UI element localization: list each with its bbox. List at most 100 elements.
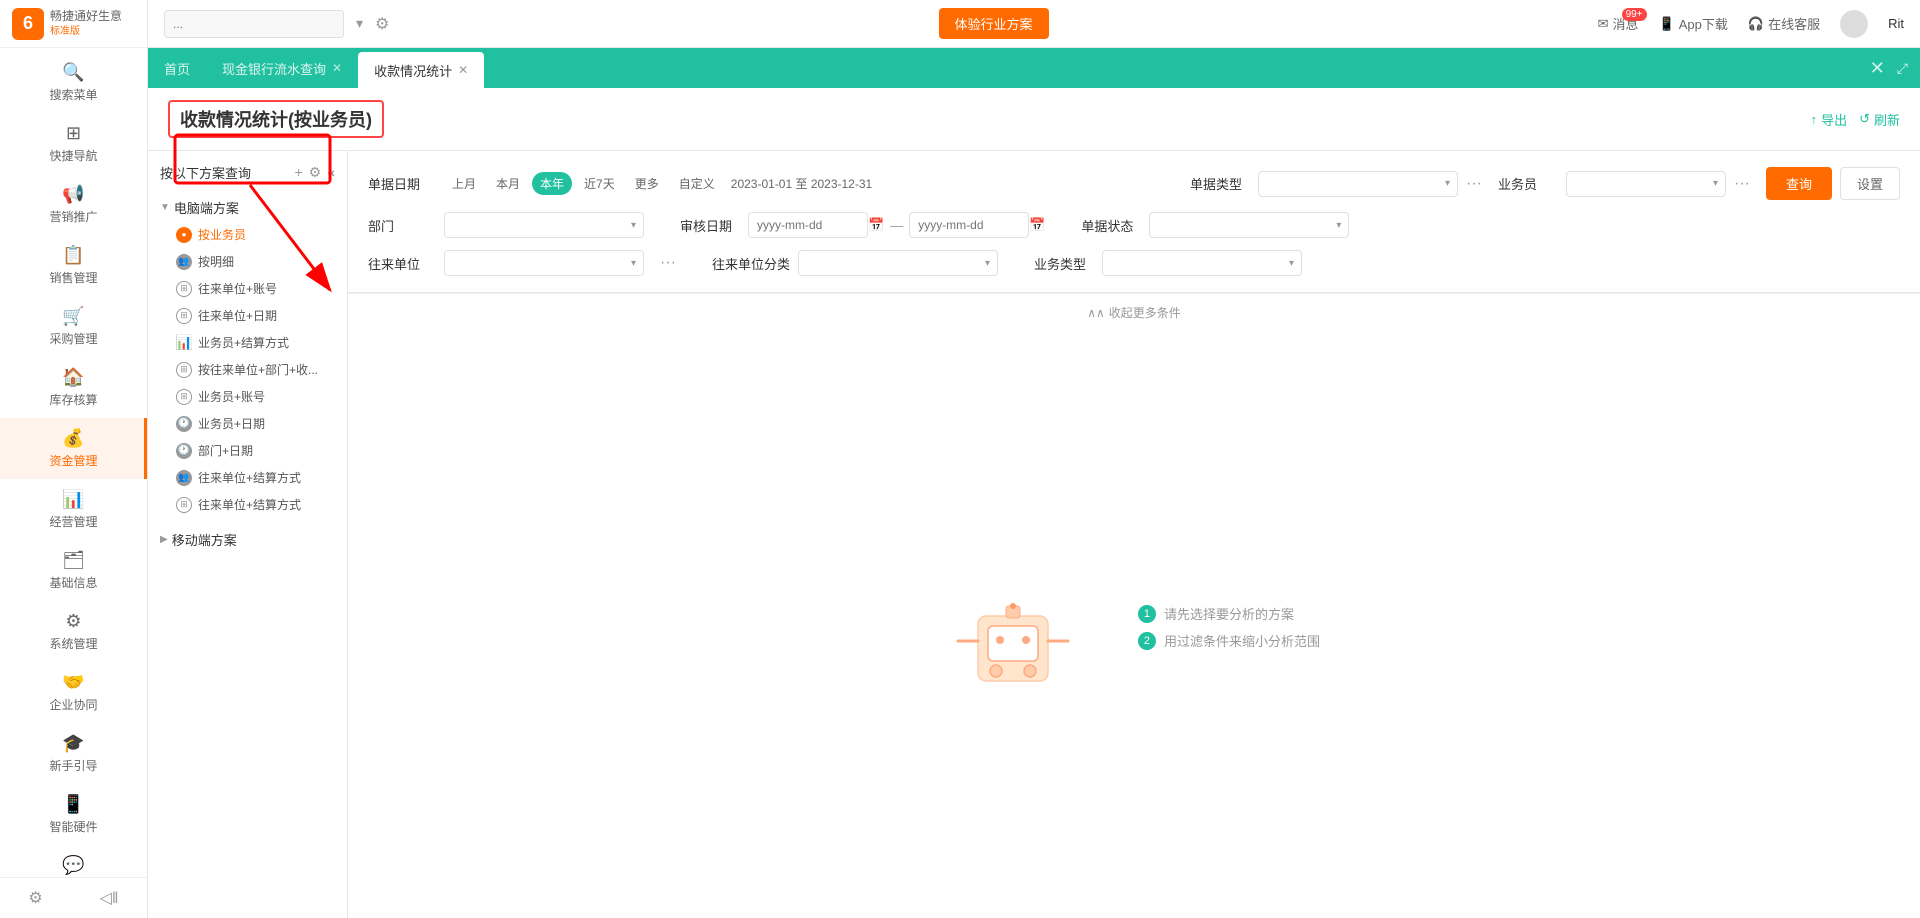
breadcrumb-input[interactable] — [164, 10, 344, 38]
collapse-bar[interactable]: ∧∧ 收起更多条件 — [348, 293, 1920, 331]
dept-select[interactable] — [444, 212, 644, 238]
filter-row-2: 部门 审核日期 📅 — — [368, 212, 1900, 238]
export-button[interactable]: ↑ 导出 — [1811, 110, 1848, 129]
business-type-label: 业务类型 — [1034, 254, 1094, 273]
date-btn-last-month[interactable]: 上月 — [444, 172, 484, 195]
scheme-item-salesman-date[interactable]: 🕐 业务员+日期 — [168, 410, 335, 437]
date-btn-more[interactable]: 更多 — [627, 172, 667, 195]
sidebar-item-sales[interactable]: 📋 销售管理 — [0, 235, 147, 296]
counterpart-category-group: 往来单位分类 — [712, 250, 998, 276]
empty-steps-list: 1 请先选择要分析的方案 2 用过滤条件来缩小分析范围 — [1138, 604, 1320, 650]
collapse-panel-btn[interactable]: « — [327, 164, 335, 181]
collapse-icon: ∧∧ — [1087, 306, 1105, 320]
scheme-item-partner-settlement1[interactable]: 👥 往来单位+结算方式 — [168, 464, 335, 491]
right-content: 单据日期 上月 本月 本年 近7天 更多 自定义 2023-01-01 至 20… — [348, 151, 1920, 918]
date-btn-this-month[interactable]: 本月 — [488, 172, 528, 195]
top-bar: ▾ ⚙ 体验行业方案 ✉ 消息 99+ 📱 App下载 🎧 在线客服 — [148, 0, 1920, 48]
sidebar-item-quicknav[interactable]: ⊞ 快捷导航 — [0, 113, 147, 174]
business-type-select[interactable] — [1102, 250, 1302, 276]
empty-illustration — [948, 566, 1078, 696]
settings-button[interactable]: 设置 — [1840, 167, 1900, 200]
sidebar-item-hardware[interactable]: 📱 智能硬件 — [0, 784, 147, 845]
scheme-item-dept-date[interactable]: 🕐 部门+日期 — [168, 437, 335, 464]
scheme-icon-detail: 👥 — [176, 254, 192, 270]
service-icon: 🎧 — [1748, 16, 1764, 32]
scheme-item-partner-account[interactable]: ⊞ 往来单位+账号 — [168, 275, 335, 302]
scheme-item-partner-settlement2[interactable]: ⊞ 往来单位+结算方式 — [168, 491, 335, 518]
tab-close-bank-flow[interactable]: ✕ — [332, 61, 342, 75]
sidebar-item-search[interactable]: 🔍 搜索菜单 — [0, 52, 147, 113]
sidebar-item-marketing[interactable]: 📢 营销推广 — [0, 174, 147, 235]
date-btn-custom[interactable]: 自定义 — [671, 172, 723, 195]
trial-button[interactable]: 体验行业方案 — [939, 8, 1049, 39]
scheme-item-salesman-settlement[interactable]: 📊 业务员+结算方式 — [168, 329, 335, 356]
scheme-item-salesman-account[interactable]: ⊞ 业务员+账号 — [168, 383, 335, 410]
collapse-sidebar-btn[interactable]: ◁‖ — [100, 888, 119, 908]
logo-text: 畅捷通好生意 标准版 — [50, 9, 122, 38]
scheme-item-partner-date[interactable]: ⊞ 往来单位+日期 — [168, 302, 335, 329]
user-avatar[interactable] — [1840, 10, 1868, 38]
refresh-button[interactable]: ↺ 刷新 — [1859, 110, 1900, 129]
sidebar-item-basic-info[interactable]: 🗂 基础信息 — [0, 540, 147, 601]
record-status-group: 单据状态 — [1081, 212, 1349, 238]
salesman-select-wrapper — [1566, 171, 1726, 197]
online-service-link[interactable]: 🎧 在线客服 — [1748, 14, 1820, 33]
user-name[interactable]: Rit — [1888, 16, 1904, 31]
audit-date-start[interactable] — [748, 212, 868, 238]
counterpart-select[interactable] — [444, 250, 644, 276]
empty-step-2: 2 用过滤条件来缩小分析范围 — [1138, 631, 1320, 650]
page-content: 收款情况统计(按业务员) ↑ 导出 ↺ 刷新 — [148, 88, 1920, 918]
sidebar-item-purchase[interactable]: 🛒 采购管理 — [0, 296, 147, 357]
purchase-icon: 🛒 — [62, 306, 84, 327]
sidebar-item-finance[interactable]: 💰 资金管理 — [0, 418, 147, 479]
audit-date-end[interactable] — [909, 212, 1029, 238]
date-separator: — — [890, 218, 903, 233]
app-icon: 📱 — [1659, 16, 1675, 32]
tab-home[interactable]: 首页 — [148, 48, 206, 88]
page-header: 收款情况统计(按业务员) ↑ 导出 ↺ 刷新 — [148, 88, 1920, 151]
scheme-settings-btn[interactable]: ⚙ — [309, 164, 322, 181]
date-btn-7days[interactable]: 近7天 — [576, 172, 623, 195]
maximize-window-btn[interactable]: ⤢ — [1897, 60, 1908, 77]
record-type-more-btn[interactable]: ··· — [1466, 175, 1482, 193]
panel-header: 按以下方案查询 + ⚙ « — [148, 151, 347, 190]
scheme-icon-partner-settlement1: 👥 — [176, 470, 192, 486]
sales-icon: 📋 — [62, 245, 84, 266]
category-desktop-header[interactable]: ▼ 电脑端方案 — [160, 194, 335, 221]
counterpart-more-btn[interactable]: ··· — [660, 254, 676, 272]
step-num-2: 2 — [1138, 632, 1156, 650]
app-download-link[interactable]: 📱 App下载 — [1659, 14, 1728, 33]
left-panel: 按以下方案查询 + ⚙ « ▼ 电脑端方案 — [148, 151, 348, 918]
page-title-box: 收款情况统计(按业务员) — [168, 100, 384, 138]
robot-svg — [948, 566, 1078, 696]
record-type-select[interactable] — [1258, 171, 1458, 197]
query-button[interactable]: 查询 — [1766, 167, 1832, 200]
salesman-more-btn[interactable]: ··· — [1734, 175, 1750, 193]
sidebar-item-system[interactable]: ⚙ 系统管理 — [0, 601, 147, 662]
counterpart-category-select[interactable] — [798, 250, 998, 276]
sidebar-item-wechat[interactable]: 💬 企业微信 — [0, 845, 147, 877]
topbar-gear-icon[interactable]: ⚙ — [375, 14, 389, 34]
salesman-select[interactable] — [1566, 171, 1726, 197]
sidebar-item-operations[interactable]: 📊 经营管理 — [0, 479, 147, 540]
tab-close-receivables[interactable]: ✕ — [458, 63, 468, 77]
add-scheme-btn[interactable]: + — [294, 164, 302, 181]
settings-footer-btn[interactable]: ⚙ — [28, 888, 42, 908]
category-mobile-header[interactable]: ▶ 移动端方案 — [160, 526, 335, 553]
query-action-group: 查询 设置 — [1766, 167, 1900, 200]
record-status-select[interactable] — [1149, 212, 1349, 238]
close-window-btn[interactable]: ✕ — [1870, 58, 1885, 79]
tab-receivables[interactable]: 收款情况统计 ✕ — [358, 52, 484, 88]
scheme-item-partner-dept[interactable]: ⊞ 按往来单位+部门+收... — [168, 356, 335, 383]
date-btn-this-year[interactable]: 本年 — [532, 172, 572, 195]
topbar-dropdown-icon[interactable]: ▾ — [356, 15, 363, 32]
sidebar-item-collab[interactable]: 🤝 企业协同 — [0, 662, 147, 723]
sidebar-item-inventory[interactable]: 🏠 库存核算 — [0, 357, 147, 418]
sidebar-item-guide[interactable]: 🎓 新手引导 — [0, 723, 147, 784]
scheme-icon-partner-date: ⊞ — [176, 308, 192, 324]
guide-icon: 🎓 — [62, 733, 84, 754]
message-notification[interactable]: ✉ 消息 99+ — [1598, 14, 1639, 33]
tab-bank-flow[interactable]: 现金银行流水查询 ✕ — [206, 48, 358, 88]
scheme-item-by-salesman[interactable]: ● 按业务员 — [168, 221, 335, 248]
scheme-item-by-detail[interactable]: 👥 按明细 — [168, 248, 335, 275]
